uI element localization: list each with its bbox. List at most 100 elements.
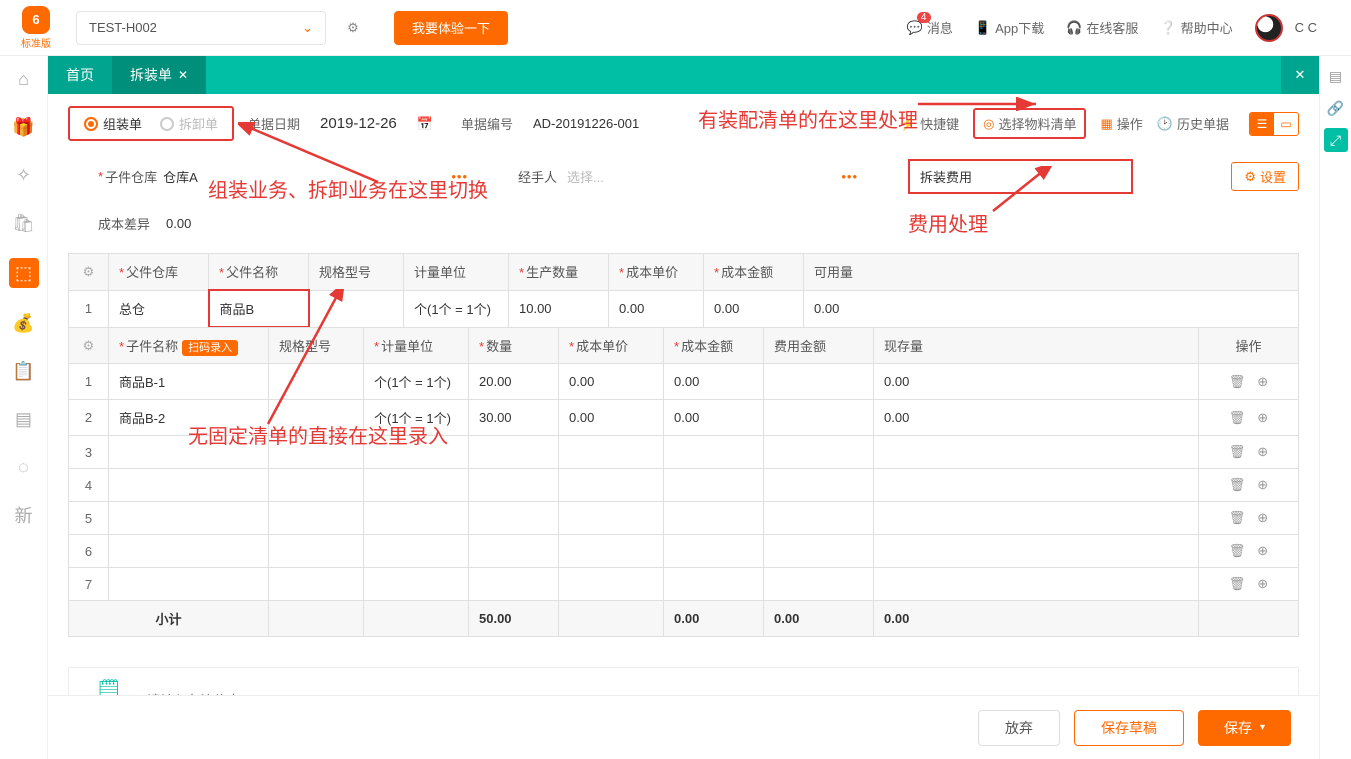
child-row[interactable]: 5🗑⊕: [69, 502, 1299, 535]
calendar-icon[interactable]: 📅: [417, 116, 433, 132]
add-row-icon[interactable]: ⊕: [1257, 576, 1268, 591]
support-button[interactable]: 🎧 在线客服: [1066, 18, 1138, 37]
org-selector[interactable]: TEST-H002 ⌄: [76, 11, 326, 45]
nav-gift-icon[interactable]: 🎁: [11, 114, 37, 140]
nav-ring-icon[interactable]: ◌: [11, 454, 37, 480]
fee-input[interactable]: 拆装费用: [908, 159, 1133, 194]
cell-parent-name[interactable]: 商品B: [209, 290, 309, 327]
child-row[interactable]: 4🗑⊕: [69, 469, 1299, 502]
cell-amt[interactable]: [664, 568, 764, 601]
cell-amt[interactable]: [664, 469, 764, 502]
gear-column-icon[interactable]: ⚙: [69, 254, 109, 291]
more-icon[interactable]: •••: [841, 169, 858, 184]
radio-assemble[interactable]: 组装单: [84, 114, 142, 133]
cell-child-name[interactable]: [109, 469, 269, 502]
add-row-icon[interactable]: ⊕: [1257, 543, 1268, 558]
view-card-button[interactable]: ▭: [1274, 113, 1298, 135]
cell-unit[interactable]: 个(1个 = 1个): [364, 364, 469, 400]
cell-amt[interactable]: [664, 436, 764, 469]
parent-row[interactable]: 1 总仓 商品B 个(1个 = 1个) 10.00 0.00 0.00 0.00: [69, 290, 1299, 327]
rail-note-icon[interactable]: ▤: [1324, 64, 1348, 88]
operations-button[interactable]: ▦ 操作: [1100, 114, 1142, 133]
nav-clipboard-icon[interactable]: 📋: [11, 358, 37, 384]
remark-input[interactable]: [139, 685, 1288, 695]
tab-disassembly[interactable]: 拆装单 ✕: [112, 56, 206, 94]
cell-fee[interactable]: [764, 436, 874, 469]
cell-unit[interactable]: 个(1个 = 1个): [404, 290, 509, 327]
cell-unit[interactable]: [364, 535, 469, 568]
cell-fee[interactable]: [764, 535, 874, 568]
add-row-icon[interactable]: ⊕: [1257, 477, 1268, 492]
gear-column-icon[interactable]: ⚙: [69, 328, 109, 364]
nav-home-icon[interactable]: ⌂: [11, 66, 37, 92]
settings-button[interactable]: ⚙ 设置: [1231, 162, 1299, 191]
cell-unit[interactable]: [364, 568, 469, 601]
cell-spec[interactable]: [269, 364, 364, 400]
view-list-button[interactable]: ☰: [1250, 113, 1274, 135]
cell-qty[interactable]: [469, 535, 559, 568]
rail-expand-icon[interactable]: ⤢: [1324, 128, 1348, 152]
cell-amt[interactable]: 0.00: [704, 290, 804, 327]
nav-new-icon[interactable]: 新: [11, 502, 37, 528]
history-button[interactable]: 🕑 历史单据: [1157, 114, 1229, 133]
date-value[interactable]: 2019-12-26: [320, 115, 397, 132]
cell-child-name[interactable]: 商品B-1: [109, 364, 269, 400]
delete-row-icon[interactable]: 🗑: [1229, 374, 1246, 389]
nav-warehouse-icon[interactable]: ⬚: [9, 258, 39, 288]
cell-qty[interactable]: [469, 436, 559, 469]
save-button[interactable]: 保存 ▾: [1198, 710, 1291, 746]
cell-spec[interactable]: [269, 469, 364, 502]
cell-child-name[interactable]: [109, 568, 269, 601]
tab-home[interactable]: 首页: [48, 56, 112, 94]
cell-child-name[interactable]: [109, 535, 269, 568]
user-menu[interactable]: C C: [1255, 14, 1317, 42]
delete-row-icon[interactable]: 🗑: [1229, 510, 1246, 525]
cell-amt[interactable]: [664, 535, 764, 568]
delete-row-icon[interactable]: 🗑: [1229, 543, 1246, 558]
add-row-icon[interactable]: ⊕: [1257, 444, 1268, 459]
close-all-tabs[interactable]: ✕: [1281, 56, 1319, 94]
cell-uprice[interactable]: [559, 502, 664, 535]
add-row-icon[interactable]: ⊕: [1257, 374, 1268, 389]
cell-fee[interactable]: [764, 568, 874, 601]
cell-unit[interactable]: [364, 502, 469, 535]
app-download-button[interactable]: 📱 App下载: [975, 18, 1044, 37]
child-wh-value[interactable]: 仓库A: [163, 167, 198, 186]
settings-gear-button[interactable]: ⚙: [336, 11, 370, 45]
cell-qty[interactable]: 20.00: [469, 364, 559, 400]
cell-uprice[interactable]: 0.00: [559, 400, 664, 436]
add-row-icon[interactable]: ⊕: [1257, 410, 1268, 425]
select-bom-button[interactable]: ◎ 选择物料清单: [973, 108, 1086, 139]
help-button[interactable]: ❔ 帮助中心: [1160, 18, 1232, 37]
cell-qty[interactable]: 10.00: [509, 290, 609, 327]
cell-spec[interactable]: [309, 290, 404, 327]
cell-fee[interactable]: [764, 400, 874, 436]
cell-child-name[interactable]: [109, 502, 269, 535]
child-row[interactable]: 7🗑⊕: [69, 568, 1299, 601]
cell-amt[interactable]: 0.00: [664, 364, 764, 400]
cell-uprice[interactable]: [559, 568, 664, 601]
radio-disassemble[interactable]: 拆卸单: [160, 114, 218, 133]
nav-money-icon[interactable]: 💰: [11, 310, 37, 336]
add-row-icon[interactable]: ⊕: [1257, 510, 1268, 525]
cell-uprice[interactable]: [559, 535, 664, 568]
handler-select[interactable]: 选择...: [567, 167, 604, 186]
cell-unit[interactable]: [364, 469, 469, 502]
cell-uprice[interactable]: 0.00: [609, 290, 704, 327]
delete-row-icon[interactable]: 🗑: [1229, 477, 1246, 492]
nav-report-icon[interactable]: ▤: [11, 406, 37, 432]
cell-amt[interactable]: 0.00: [664, 400, 764, 436]
cell-qty[interactable]: [469, 502, 559, 535]
cell-spec[interactable]: [269, 502, 364, 535]
cell-uprice[interactable]: [559, 469, 664, 502]
save-draft-button[interactable]: 保存草稿: [1074, 710, 1184, 746]
rail-link-icon[interactable]: 🔗: [1324, 96, 1348, 120]
cell-fee[interactable]: [764, 364, 874, 400]
messages-button[interactable]: 💬 消息 4: [907, 18, 953, 37]
cell-uprice[interactable]: 0.00: [559, 364, 664, 400]
cell-qty[interactable]: [469, 469, 559, 502]
child-row[interactable]: 1商品B-1个(1个 = 1个)20.000.000.000.00🗑⊕: [69, 364, 1299, 400]
cell-fee[interactable]: [764, 469, 874, 502]
discard-button[interactable]: 放弃: [978, 710, 1060, 746]
scan-tag[interactable]: 扫码录入: [182, 340, 238, 356]
